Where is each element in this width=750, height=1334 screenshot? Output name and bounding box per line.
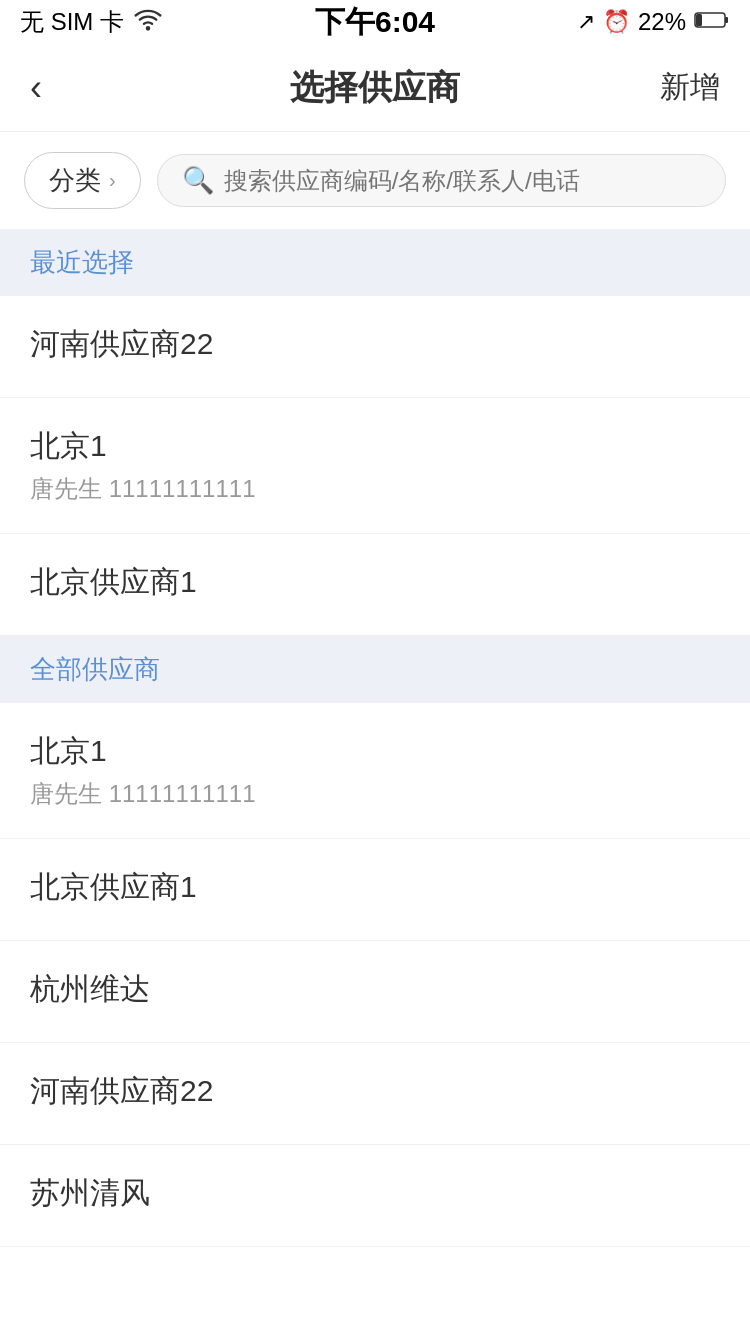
item-name: 苏州清风 [30, 1173, 720, 1214]
list-item[interactable]: 河南供应商22 [0, 296, 750, 398]
svg-point-0 [147, 27, 149, 29]
svg-rect-2 [696, 14, 702, 26]
list-item[interactable]: 河南供应商22 [0, 1043, 750, 1145]
back-button[interactable]: ‹ [30, 67, 90, 109]
carrier-text: 无 SIM 卡 [20, 6, 124, 38]
list-item[interactable]: 北京1 唐先生 11111111111 [0, 703, 750, 839]
all-list: 北京1 唐先生 11111111111 北京供应商1 杭州维达河南供应商22 苏州清风 [0, 703, 750, 1247]
list-item[interactable]: 北京供应商1 [0, 534, 750, 636]
svg-rect-3 [725, 17, 728, 23]
add-button[interactable]: 新增 [660, 67, 720, 108]
location-icon: ↗ [577, 9, 595, 35]
list-item[interactable]: 苏州清风 [0, 1145, 750, 1247]
item-name: 北京供应商1 [30, 562, 720, 603]
list-item[interactable]: 北京供应商1 [0, 839, 750, 941]
item-name: 河南供应商22 [30, 1071, 720, 1112]
battery-text: 22% [638, 8, 686, 36]
recent-list: 河南供应商22 北京1 唐先生 11111111111 北京供应商1 [0, 296, 750, 636]
recent-section-label: 最近选择 [30, 247, 134, 277]
battery-icon [694, 8, 730, 36]
list-item[interactable]: 北京1 唐先生 11111111111 [0, 398, 750, 534]
item-name: 杭州维达 [30, 969, 720, 1010]
item-contact: 唐先生 11111111111 [30, 473, 720, 505]
item-name: 北京1 [30, 426, 720, 467]
item-contact: 唐先生 11111111111 [30, 778, 720, 810]
status-icons: ↗ ⏰ 22% [577, 8, 730, 36]
search-box: 🔍 [157, 154, 726, 207]
status-time: 下午6:04 [315, 2, 435, 43]
page-title: 选择供应商 [290, 65, 460, 111]
wifi-icon [134, 5, 162, 39]
nav-bar: ‹ 选择供应商 新增 [0, 44, 750, 132]
category-button[interactable]: 分类 › [24, 152, 141, 209]
search-icon: 🔍 [182, 165, 214, 196]
status-carrier: 无 SIM 卡 [20, 5, 162, 39]
search-input[interactable] [224, 167, 701, 195]
filter-bar: 分类 › 🔍 [0, 132, 750, 229]
list-item[interactable]: 杭州维达 [0, 941, 750, 1043]
status-bar: 无 SIM 卡 下午6:04 ↗ ⏰ 22% [0, 0, 750, 44]
item-name: 北京供应商1 [30, 867, 720, 908]
all-section-header: 全部供应商 [0, 636, 750, 703]
alarm-icon: ⏰ [603, 9, 630, 35]
item-name: 河南供应商22 [30, 324, 720, 365]
chevron-right-icon: › [109, 169, 116, 192]
item-name: 北京1 [30, 731, 720, 772]
category-label: 分类 [49, 163, 101, 198]
all-section-label: 全部供应商 [30, 654, 160, 684]
recent-section-header: 最近选择 [0, 229, 750, 296]
